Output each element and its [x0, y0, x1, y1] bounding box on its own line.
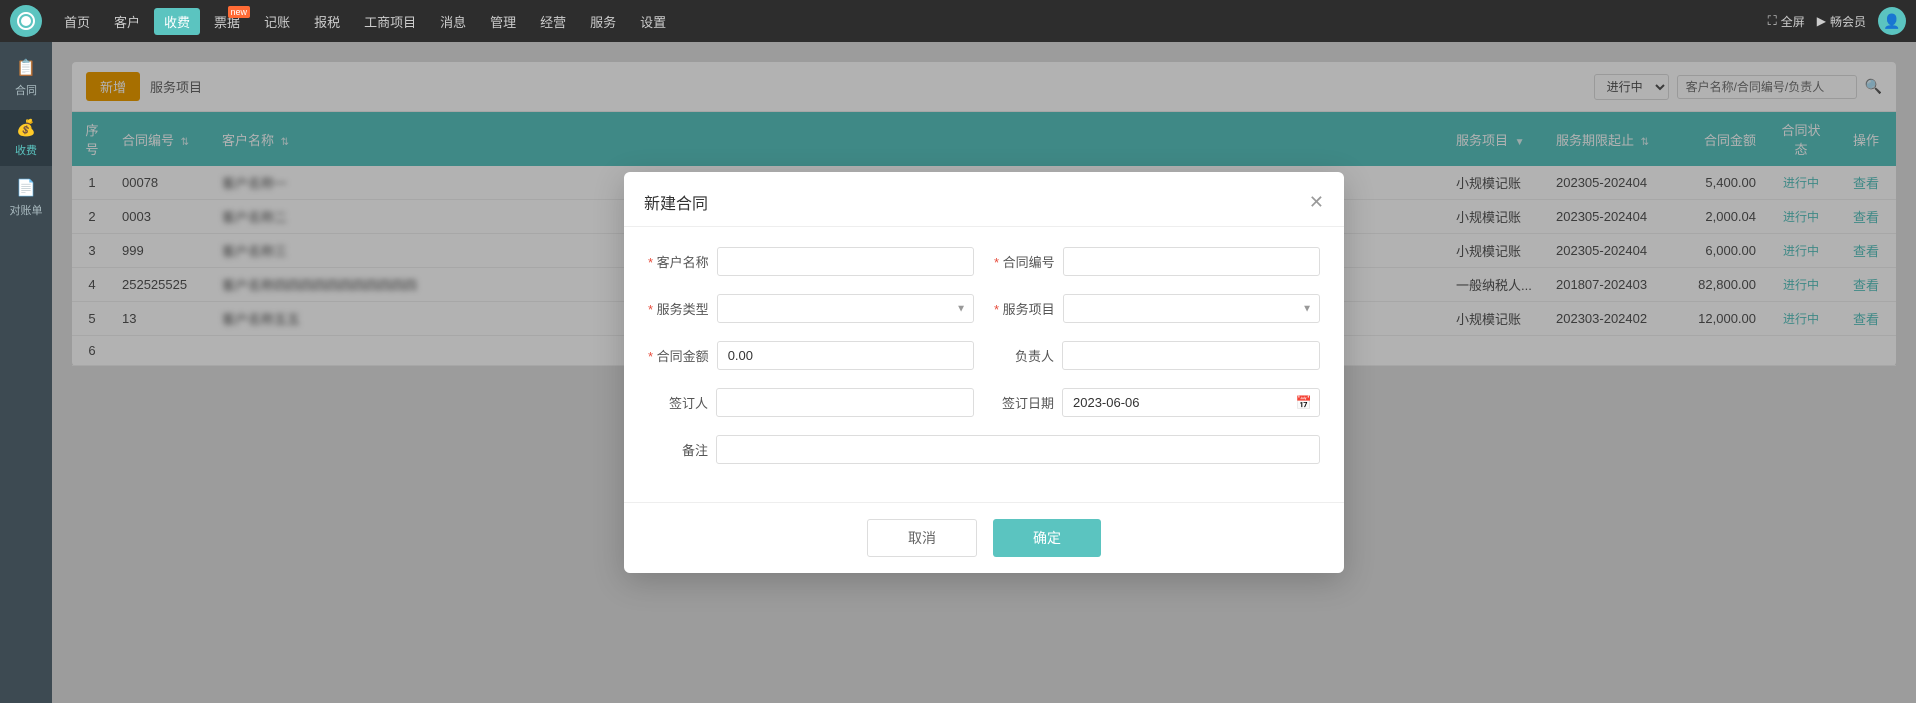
- nav-tax[interactable]: 报税: [304, 8, 350, 35]
- modal-footer: 取消 确定: [624, 502, 1344, 573]
- fullscreen-icon: ⛶: [1768, 13, 1777, 29]
- nav-home[interactable]: 首页: [54, 8, 100, 35]
- play-icon: ▶: [1817, 14, 1826, 28]
- sign-date-input[interactable]: [1062, 388, 1320, 417]
- signer-input[interactable]: [716, 388, 974, 417]
- fullscreen-label: 全屏: [1781, 13, 1805, 30]
- amount-input[interactable]: [717, 341, 974, 370]
- top-nav: 首页 客户 收费 票据 new 记账 报税 工商项目 消息 管理 经营 服务 设…: [0, 0, 1916, 42]
- modal-overlay: 新建合同 ✕ 客户名称 合同编号: [52, 42, 1916, 703]
- service-item-select-wrap: ▼: [1063, 294, 1320, 323]
- form-group-sign-date: 签订日期 📅: [994, 388, 1320, 417]
- form-group-contract-no: 合同编号: [994, 247, 1320, 276]
- responsible-input[interactable]: [1062, 341, 1320, 370]
- responsible-label: 负责人: [994, 346, 1054, 365]
- customer-name-input[interactable]: [717, 247, 974, 276]
- service-type-select-wrap: ▼: [717, 294, 974, 323]
- new-contract-modal: 新建合同 ✕ 客户名称 合同编号: [624, 172, 1344, 573]
- app-logo: [10, 5, 42, 37]
- charge-icon: 💰: [16, 118, 36, 138]
- sidebar-statement-label: 对账单: [10, 202, 43, 218]
- form-group-responsible: 负责人: [994, 341, 1320, 370]
- sign-date-wrap: 📅: [1062, 388, 1320, 417]
- main-layout: 📋 合同 💰 收费 📄 对账单 新增 服务项目 进行中 已完成 已取消: [0, 42, 1916, 703]
- nav-business[interactable]: 工商项目: [354, 8, 426, 35]
- confirm-button[interactable]: 确定: [993, 519, 1101, 557]
- sidebar-item-statement[interactable]: 📄 对账单: [0, 170, 52, 226]
- sign-date-label: 签订日期: [994, 393, 1054, 412]
- logo-icon: [17, 12, 35, 30]
- service-type-label: 服务类型: [648, 299, 709, 318]
- nav-operation[interactable]: 经营: [530, 8, 576, 35]
- nav-customer[interactable]: 客户: [104, 8, 150, 35]
- form-group-remark: 备注: [648, 435, 1320, 464]
- service-item-select[interactable]: [1063, 294, 1320, 323]
- sidebar-contract-label: 合同: [15, 82, 37, 98]
- nav-invoice[interactable]: 票据 new: [204, 8, 250, 35]
- nav-items: 首页 客户 收费 票据 new 记账 报税 工商项目 消息 管理 经营 服务 设…: [54, 8, 1768, 35]
- service-item-label: 服务项目: [994, 299, 1055, 318]
- member-label: 畅会员: [1830, 13, 1866, 30]
- form-row-2: 服务类型 ▼ 服务项目: [648, 294, 1320, 323]
- remark-label: 备注: [648, 440, 708, 459]
- form-group-service-type: 服务类型 ▼: [648, 294, 974, 323]
- contract-no-label: 合同编号: [994, 252, 1055, 271]
- contract-no-input[interactable]: [1063, 247, 1320, 276]
- nav-bookkeeping[interactable]: 记账: [254, 8, 300, 35]
- sidebar: 📋 合同 💰 收费 📄 对账单: [0, 42, 52, 703]
- modal-body: 客户名称 合同编号 服务类型: [624, 227, 1344, 502]
- fullscreen-button[interactable]: ⛶ 全屏: [1768, 13, 1805, 30]
- service-type-select[interactable]: [717, 294, 974, 323]
- form-group-amount: 合同金额: [648, 341, 974, 370]
- amount-label: 合同金额: [648, 346, 709, 365]
- form-group-service-item: 服务项目 ▼: [994, 294, 1320, 323]
- new-badge: new: [228, 6, 251, 18]
- customer-name-label: 客户名称: [648, 252, 709, 271]
- modal-header: 新建合同 ✕: [624, 172, 1344, 227]
- user-avatar[interactable]: 👤: [1878, 7, 1906, 35]
- cancel-button[interactable]: 取消: [867, 519, 977, 557]
- modal-close-button[interactable]: ✕: [1309, 193, 1324, 211]
- remark-input[interactable]: [716, 435, 1320, 464]
- contract-icon: 📋: [16, 58, 36, 78]
- form-group-customer: 客户名称: [648, 247, 974, 276]
- nav-manage[interactable]: 管理: [480, 8, 526, 35]
- form-row-1: 客户名称 合同编号: [648, 247, 1320, 276]
- form-row-5: 备注: [648, 435, 1320, 464]
- form-row-3: 合同金额 负责人: [648, 341, 1320, 370]
- nav-message[interactable]: 消息: [430, 8, 476, 35]
- form-row-4: 签订人 签订日期 📅: [648, 388, 1320, 417]
- nav-right: ⛶ 全屏 ▶ 畅会员 👤: [1768, 7, 1906, 35]
- statement-icon: 📄: [16, 178, 36, 198]
- sidebar-item-contract[interactable]: 📋 合同: [0, 50, 52, 106]
- modal-title: 新建合同: [644, 190, 708, 214]
- content-area: 新增 服务项目 进行中 已完成 已取消 🔍 序号: [52, 42, 1916, 703]
- nav-settings[interactable]: 设置: [630, 8, 676, 35]
- signer-label: 签订人: [648, 393, 708, 412]
- sidebar-charge-label: 收费: [15, 142, 37, 158]
- sidebar-item-charge[interactable]: 💰 收费: [0, 110, 52, 166]
- nav-charge[interactable]: 收费: [154, 8, 200, 35]
- nav-service[interactable]: 服务: [580, 8, 626, 35]
- form-group-signer: 签订人: [648, 388, 974, 417]
- member-button[interactable]: ▶ 畅会员: [1817, 13, 1866, 30]
